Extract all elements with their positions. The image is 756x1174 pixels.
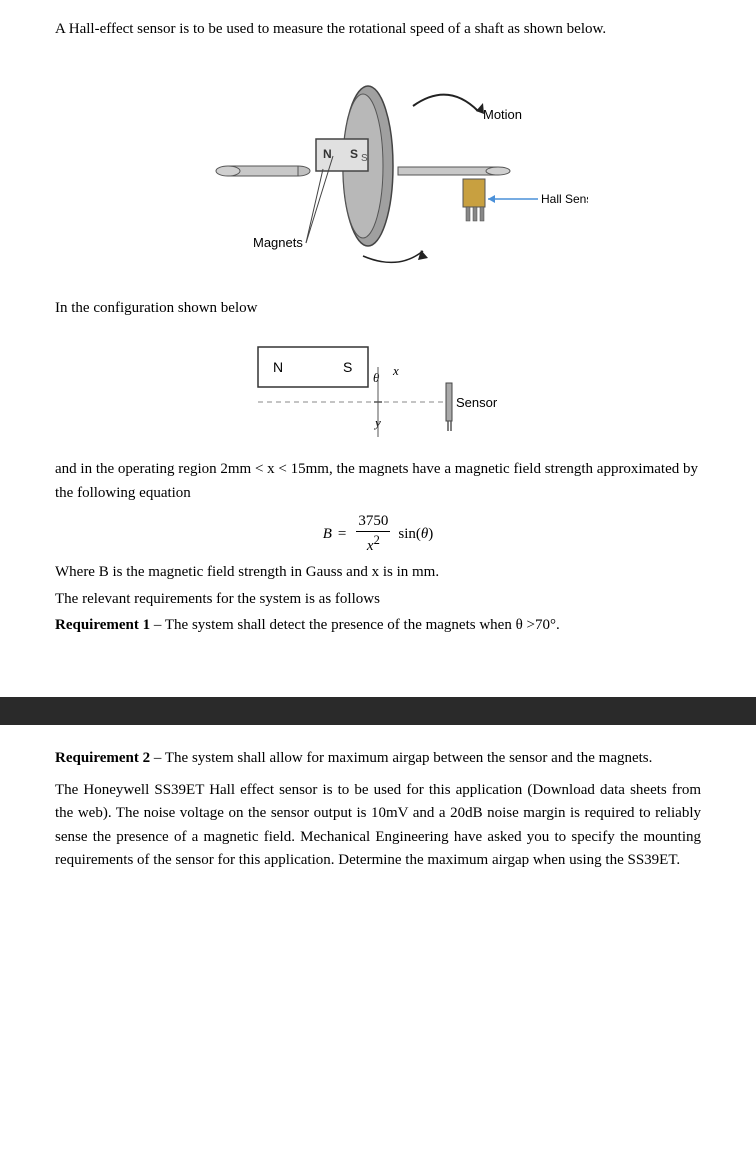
- svg-text:x: x: [392, 363, 399, 378]
- req1-body: The system shall detect the presence of …: [165, 617, 560, 633]
- fraction-numerator: 3750: [356, 513, 390, 532]
- equation-B: B: [323, 526, 332, 543]
- svg-text:θ: θ: [373, 370, 380, 385]
- relevant-req-text: The relevant requirements for the system…: [55, 588, 701, 611]
- req2-bold: Requirement 2: [55, 750, 150, 766]
- req1-dash: –: [150, 617, 165, 633]
- fraction-denominator: x2: [365, 532, 382, 555]
- config-diagram-container: N S θ x Sensor y: [55, 327, 701, 447]
- svg-text:S: S: [343, 359, 352, 375]
- config-section: In the configuration shown below N S θ x…: [55, 297, 701, 448]
- svg-text:N: N: [273, 359, 283, 375]
- equation-sin: sin(θ): [398, 526, 433, 543]
- equation-fraction: 3750 x2: [356, 513, 390, 555]
- config-diagram: N S θ x Sensor y: [208, 327, 548, 447]
- svg-text:S: S: [361, 153, 368, 164]
- svg-text:Sensor: Sensor: [456, 395, 498, 410]
- intro-paragraph: A Hall-effect sensor is to be used to me…: [55, 18, 701, 41]
- requirement-2: Requirement 2 – The system shall allow f…: [55, 747, 701, 770]
- where-b-text: Where B is the magnetic field strength i…: [55, 561, 701, 584]
- section-divider: [0, 697, 756, 725]
- svg-text:y: y: [373, 415, 381, 430]
- equation-display: B = 3750 x2 sin(θ): [55, 513, 701, 555]
- honeywell-text: The Honeywell SS39ET Hall effect sensor …: [55, 779, 701, 872]
- requirement-1: Requirement 1 – The system shall detect …: [55, 614, 701, 637]
- req2-body: The system shall allow for maximum airga…: [165, 750, 653, 766]
- main-diagram: N S S Motion Hall Sensor Magnets: [55, 51, 701, 281]
- hall-sensor-diagram: N S S Motion Hall Sensor Magnets: [168, 51, 588, 281]
- svg-text:N: N: [323, 147, 332, 161]
- equation-equals: =: [338, 526, 346, 543]
- req2-dash: –: [150, 750, 165, 766]
- svg-text:S: S: [350, 147, 358, 161]
- hall-sensor-label: Hall Sensor: [541, 192, 588, 206]
- req1-bold: Requirement 1: [55, 617, 150, 633]
- motion-label: Motion: [483, 107, 522, 122]
- page-top: A Hall-effect sensor is to be used to me…: [0, 0, 756, 637]
- operating-region-text: and in the operating region 2mm < x < 15…: [55, 457, 701, 505]
- config-intro-text: In the configuration shown below: [55, 297, 701, 320]
- magnets-label: Magnets: [253, 235, 303, 250]
- page-bottom: Requirement 2 – The system shall allow f…: [0, 725, 756, 891]
